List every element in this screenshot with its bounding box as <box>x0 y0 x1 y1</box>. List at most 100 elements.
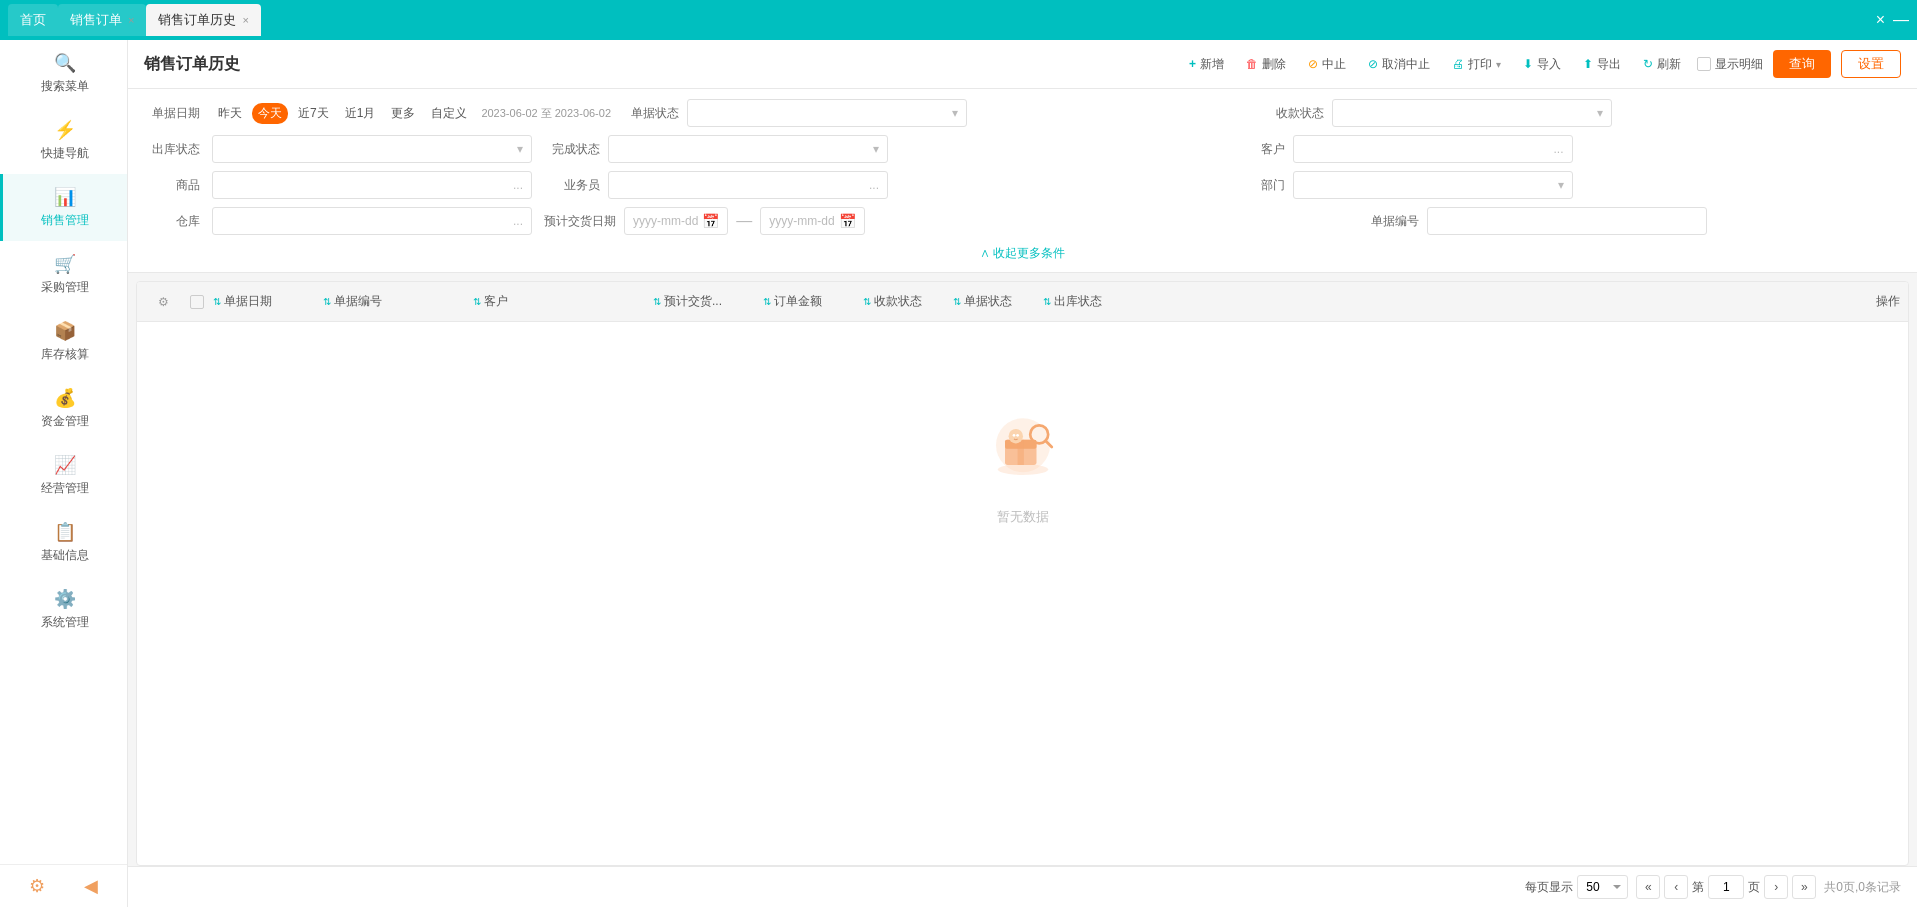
filter-delivery-from[interactable]: yyyy-mm-dd 📅 <box>624 207 728 235</box>
setting-button[interactable]: 设置 <box>1841 50 1901 78</box>
empty-icon <box>978 402 1068 492</box>
order-status-arrow: ▾ <box>952 106 958 120</box>
print-arrow-icon: ▾ <box>1496 59 1501 70</box>
close-tab-sales-order[interactable]: × <box>128 14 134 26</box>
minimize-icon[interactable]: — <box>1893 11 1909 29</box>
btn-add[interactable]: + 新增 <box>1183 52 1230 77</box>
tab-sales-order-history[interactable]: 销售订单历史 × <box>146 4 260 36</box>
th-pay-status[interactable]: ⇅ 收款状态 <box>863 293 953 310</box>
filter-product[interactable]: ... <box>212 171 532 199</box>
date-btn-today[interactable]: 今天 <box>252 103 288 124</box>
btn-refresh[interactable]: ↻ 刷新 <box>1637 52 1687 77</box>
tab-home-label: 首页 <box>20 11 46 29</box>
close-tab-sales-order-history[interactable]: × <box>242 14 248 26</box>
sidebar-item-search-menu[interactable]: 🔍 搜索菜单 <box>0 40 127 107</box>
display-toggle-label: 显示明细 <box>1715 56 1763 73</box>
sidebar-item-inventory-calc[interactable]: 📦 库存核算 <box>0 308 127 375</box>
filter-dept[interactable]: ▾ <box>1293 171 1573 199</box>
calendar-to-icon[interactable]: 📅 <box>839 213 856 229</box>
sidebar-settings-btn[interactable]: ⚙ <box>29 875 45 897</box>
calendar-from-icon[interactable]: 📅 <box>702 213 719 229</box>
filter-stock-status[interactable]: ▾ <box>212 135 532 163</box>
per-page-select[interactable]: 20 50 100 <box>1577 875 1628 899</box>
filter-area: 单据日期 昨天 今天 近7天 近1月 更多 自定义 2023-06-02 至 2… <box>128 89 1917 273</box>
sidebar-item-basic-info[interactable]: 📋 基础信息 <box>0 509 127 576</box>
label-order-status: 单据状态 <box>623 105 679 122</box>
ops-mgmt-icon: 📈 <box>54 454 76 476</box>
product-dots[interactable]: ... <box>513 178 523 192</box>
sidebar-item-sys-mgmt[interactable]: ⚙️ 系统管理 <box>0 576 127 643</box>
display-toggle[interactable]: 显示明细 <box>1697 56 1763 73</box>
sidebar-collapse-btn[interactable]: ◀ <box>84 875 98 897</box>
page-last-btn[interactable]: » <box>1792 875 1816 899</box>
tab-home[interactable]: 首页 <box>8 4 58 36</box>
label-customer: 客户 <box>1229 141 1285 158</box>
btn-delete[interactable]: 🗑 删除 <box>1240 52 1292 77</box>
th-delivery[interactable]: ⇅ 预计交货... <box>653 293 763 310</box>
btn-delete-label: 删除 <box>1262 56 1286 73</box>
page-input[interactable] <box>1708 875 1744 899</box>
sidebar-item-fund-mgmt[interactable]: 💰 资金管理 <box>0 375 127 442</box>
filter-order-num[interactable] <box>1427 207 1707 235</box>
toolbar: + 新增 🗑 删除 ⊘ 中止 ⊘ 取消中止 🖨 打印 <box>1183 50 1901 78</box>
sidebar-label-search-menu: 搜索菜单 <box>41 78 89 95</box>
collapse-conditions[interactable]: ∧ 收起更多条件 <box>144 243 1901 262</box>
import-icon: ⬇ <box>1523 57 1533 71</box>
label-salesperson: 业务员 <box>544 177 600 194</box>
btn-stop[interactable]: ⊘ 中止 <box>1302 52 1352 77</box>
date-btn-1month[interactable]: 近1月 <box>339 103 382 124</box>
filter-salesperson[interactable]: ... <box>608 171 888 199</box>
table-area: ⚙ ⇅ 单据日期 ⇅ 单据编号 ⇅ 客户 ⇅ 预计交货. <box>136 281 1909 866</box>
filter-order-status[interactable]: ▾ <box>687 99 967 127</box>
sidebar-item-sales-mgmt[interactable]: 📊 销售管理 <box>0 174 127 241</box>
customer-dots[interactable]: ... <box>1553 142 1563 156</box>
tab-sales-order[interactable]: 销售订单 × <box>58 4 146 36</box>
filter-pay-status[interactable]: ▾ <box>1332 99 1612 127</box>
filter-complete-status[interactable]: ▾ <box>608 135 888 163</box>
total-info: 共0页,0条记录 <box>1824 879 1901 896</box>
query-button[interactable]: 查询 <box>1773 50 1831 78</box>
th-amount[interactable]: ⇅ 订单金额 <box>763 293 863 310</box>
filter-warehouse[interactable]: ... <box>212 207 532 235</box>
stop-icon: ⊘ <box>1308 57 1318 71</box>
date-btn-yesterday[interactable]: 昨天 <box>212 103 248 124</box>
filter-delivery-to[interactable]: yyyy-mm-dd 📅 <box>760 207 864 235</box>
collapse-label: ∧ 收起更多条件 <box>980 246 1065 260</box>
salesperson-dots[interactable]: ... <box>869 178 879 192</box>
sidebar-item-quick-nav[interactable]: ⚡ 快捷导航 <box>0 107 127 174</box>
page-prefix: 第 <box>1692 879 1704 896</box>
page-prev-btn[interactable]: ‹ <box>1664 875 1688 899</box>
th-customer[interactable]: ⇅ 客户 <box>473 293 653 310</box>
sidebar-item-purchase-mgmt[interactable]: 🛒 采购管理 <box>0 241 127 308</box>
cancel-stop-icon: ⊘ <box>1368 57 1378 71</box>
page-next-btn[interactable]: › <box>1764 875 1788 899</box>
page-first-btn[interactable]: « <box>1636 875 1660 899</box>
sales-mgmt-icon: 📊 <box>54 186 76 208</box>
btn-import-label: 导入 <box>1537 56 1561 73</box>
date-btn-7days[interactable]: 近7天 <box>292 103 335 124</box>
display-toggle-checkbox[interactable] <box>1697 57 1711 71</box>
inventory-calc-icon: 📦 <box>54 320 76 342</box>
filter-customer[interactable]: ... <box>1293 135 1573 163</box>
th-stock-status[interactable]: ⇅ 出库状态 <box>1043 293 1133 310</box>
th-settings[interactable]: ⚙ <box>145 295 181 309</box>
th-number[interactable]: ⇅ 单据编号 <box>323 293 473 310</box>
table-header: ⚙ ⇅ 单据日期 ⇅ 单据编号 ⇅ 客户 ⇅ 预计交货. <box>137 282 1908 322</box>
btn-cancel-stop[interactable]: ⊘ 取消中止 <box>1362 52 1436 77</box>
sort-icon-order: ⇅ <box>953 296 961 307</box>
sidebar-item-ops-mgmt[interactable]: 📈 经营管理 <box>0 442 127 509</box>
btn-import[interactable]: ⬇ 导入 <box>1517 52 1567 77</box>
date-btn-custom[interactable]: 自定义 <box>425 103 473 124</box>
date-range-separator: — <box>736 212 752 230</box>
th-checkbox[interactable] <box>181 295 213 309</box>
label-dept: 部门 <box>1229 177 1285 194</box>
th-date[interactable]: ⇅ 单据日期 <box>213 293 323 310</box>
th-order-status[interactable]: ⇅ 单据状态 <box>953 293 1043 310</box>
filter-row-2: 出库状态 ▾ 完成状态 ▾ 客户 ... <box>144 135 1901 163</box>
sidebar-label-quick-nav: 快捷导航 <box>41 145 89 162</box>
btn-export[interactable]: ⬆ 导出 <box>1577 52 1627 77</box>
btn-print[interactable]: 🖨 打印 ▾ <box>1446 52 1507 77</box>
date-btn-more[interactable]: 更多 <box>385 103 421 124</box>
close-window-icon[interactable]: × <box>1876 11 1885 29</box>
warehouse-dots[interactable]: ... <box>513 214 523 228</box>
